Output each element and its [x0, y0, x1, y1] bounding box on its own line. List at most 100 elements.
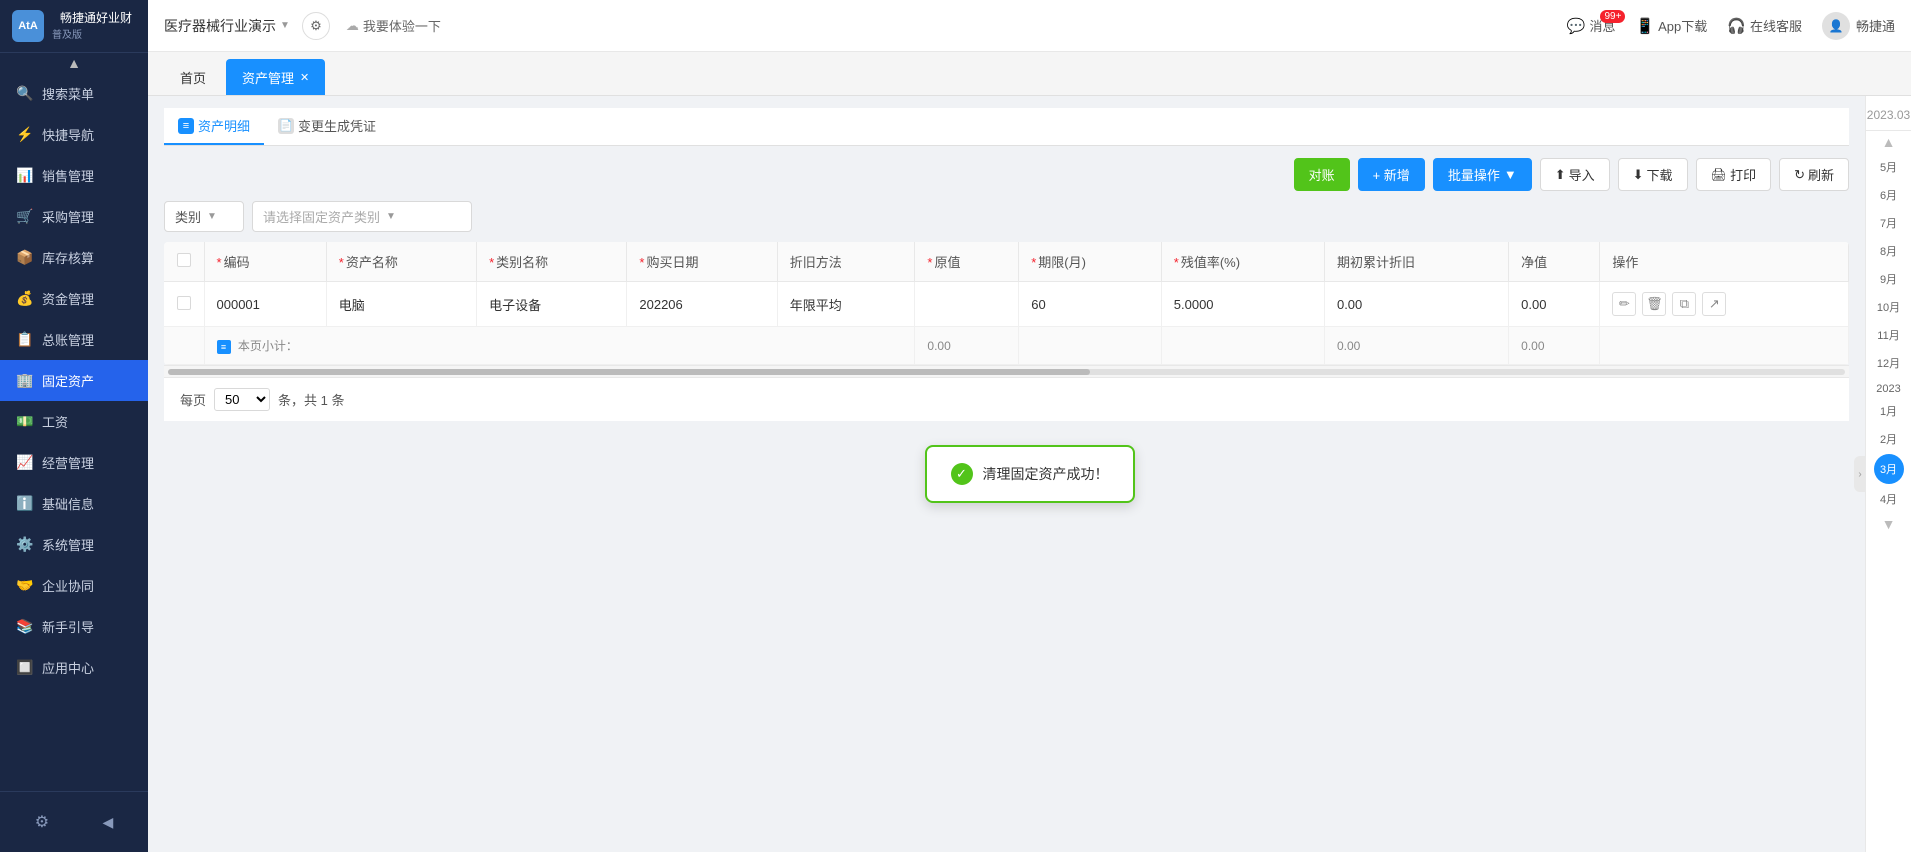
td-checkbox [164, 282, 204, 327]
tab-asset-management-label: 资产管理 [242, 68, 294, 87]
sidebar-item-quick-nav[interactable]: ⚡ 快捷导航 [0, 114, 148, 155]
th-period: *期限(月) [1019, 242, 1162, 282]
success-toast: ✓ 清理固定资产成功！ [925, 445, 1135, 503]
subtotal-label: 本页小计： [238, 339, 298, 353]
sidebar-item-purchase[interactable]: 🛒 采购管理 [0, 196, 148, 237]
topbar-settings-btn[interactable]: ⚙ [302, 12, 330, 40]
month-item-5[interactable]: 5月 [1870, 154, 1908, 180]
customer-service-icon: 🎧 [1727, 17, 1746, 35]
sidebar-item-label: 销售管理 [42, 166, 94, 185]
horizontal-scrollbar[interactable] [164, 365, 1849, 377]
user-profile[interactable]: 👤 畅捷通 [1822, 12, 1895, 40]
scroll-thumb[interactable] [168, 369, 1090, 375]
sidebar-item-operations[interactable]: 📈 经营管理 [0, 442, 148, 483]
year-2023-label: 2023 [1876, 383, 1900, 395]
sidebar-item-sales[interactable]: 📊 销售管理 [0, 155, 148, 196]
cooperation-icon: 🤝 [16, 577, 34, 595]
month-item-8[interactable]: 8月 [1870, 238, 1908, 264]
td-depreciation-method: 年限平均 [777, 282, 915, 327]
month-item-9[interactable]: 9月 [1870, 266, 1908, 292]
reconcile-button[interactable]: 对账 [1294, 158, 1350, 191]
fixed-assets-icon: 🏢 [16, 372, 34, 390]
batch-button[interactable]: 批量操作 ▼ [1433, 158, 1532, 191]
per-page-label: 每页 [180, 390, 206, 409]
message-action[interactable]: 💬 消息 99+ [1567, 16, 1616, 35]
category-input-placeholder: 请选择固定资产类别 [263, 207, 380, 226]
sidebar-item-label: 快捷导航 [42, 125, 94, 144]
import-label: 导入 [1569, 165, 1595, 184]
sidebar-settings-btn[interactable]: ⚙ [19, 804, 65, 840]
header-checkbox[interactable] [177, 253, 191, 267]
import-button[interactable]: ⬆ 导入 [1540, 158, 1610, 191]
scroll-up-icon[interactable]: ▲ [64, 52, 84, 74]
month-item-7[interactable]: 7月 [1870, 210, 1908, 236]
category-input[interactable]: 请选择固定资产类别 ▼ [252, 201, 472, 232]
sidebar-item-cooperation[interactable]: 🤝 企业协同 [0, 565, 148, 606]
app-download-action[interactable]: 📱 App下载 [1635, 16, 1707, 35]
sidebar-item-app-center[interactable]: 🔲 应用中心 [0, 647, 148, 688]
per-page-select[interactable]: 50 10 20 100 [214, 388, 270, 411]
total-label: 条，共 1 条 [278, 390, 344, 409]
download-button[interactable]: ⬇ 下载 [1618, 158, 1688, 191]
category-input-arrow-icon: ▼ [386, 211, 396, 222]
th-net-value: 净值 [1509, 242, 1600, 282]
new-button[interactable]: + 新增 [1358, 158, 1425, 191]
sidebar-scroll-up[interactable]: ▲ [0, 53, 148, 73]
copy-btn[interactable]: ⧉ [1672, 292, 1696, 316]
customer-service-action[interactable]: 🎧 在线客服 [1727, 16, 1802, 35]
sidebar-item-system[interactable]: ⚙️ 系统管理 [0, 524, 148, 565]
td-purchase-date: 202206 [627, 282, 777, 327]
month-item-6[interactable]: 6月 [1870, 182, 1908, 208]
scroll-track[interactable] [168, 369, 1845, 375]
settings-icon: ⚙ [310, 18, 322, 34]
sidebar-collapse-btn[interactable]: ◀ [87, 804, 130, 840]
sub-tab-change-voucher[interactable]: 📄 变更生成凭证 [264, 108, 390, 145]
more-btn[interactable]: ↗ [1702, 292, 1726, 316]
right-panel-collapse-btn[interactable]: › [1854, 456, 1866, 492]
month-item-4[interactable]: 4月 [1870, 486, 1908, 512]
panel-scroll-down-btn[interactable]: ▼ [1879, 513, 1899, 535]
subtotal-empty-1 [164, 327, 204, 365]
search-icon: 🔍 [16, 85, 34, 103]
print-button[interactable]: 🖨 打印 [1696, 158, 1772, 191]
sidebar-item-ledger[interactable]: 📋 总账管理 [0, 319, 148, 360]
row-checkbox[interactable] [177, 296, 191, 310]
subtotal-label-cell: ≡ 本页小计： [204, 327, 915, 365]
month-item-3-current[interactable]: 3月 [1874, 454, 1904, 484]
guide-icon: 📚 [16, 618, 34, 636]
sidebar-item-basic-info[interactable]: ℹ️ 基础信息 [0, 483, 148, 524]
purchase-icon: 🛒 [16, 208, 34, 226]
edit-btn[interactable]: ✏ [1612, 292, 1636, 316]
app-download-label: App下载 [1658, 16, 1707, 35]
tab-close-icon[interactable]: ✕ [300, 71, 309, 84]
month-item-1[interactable]: 1月 [1870, 398, 1908, 424]
sidebar-item-inventory[interactable]: 📦 库存核算 [0, 237, 148, 278]
try-experience-btn[interactable]: ☁ 我要体验一下 [346, 16, 441, 35]
tab-home[interactable]: 首页 [164, 59, 222, 95]
td-name: 电脑 [326, 282, 476, 327]
sidebar-item-fixed-assets[interactable]: 🏢 固定资产 [0, 360, 148, 401]
category-select[interactable]: 类别 ▼ [164, 201, 244, 232]
sidebar-item-search[interactable]: 🔍 搜索菜单 [0, 73, 148, 114]
month-item-2[interactable]: 2月 [1870, 426, 1908, 452]
right-panel: › 2023.03 ▲ 5月 6月 7月 8月 9月 10月 11月 12月 2… [1865, 96, 1911, 852]
panel-scroll-up-btn[interactable]: ▲ [1879, 131, 1899, 153]
sidebar-item-finance[interactable]: 💰 资金管理 [0, 278, 148, 319]
sidebar-item-payroll[interactable]: 💵 工资 [0, 401, 148, 442]
refresh-button[interactable]: ↻ 刷新 [1779, 158, 1849, 191]
sidebar-item-guide[interactable]: 📚 新手引导 [0, 606, 148, 647]
print-icon: 🖨 [1711, 167, 1728, 183]
month-item-10[interactable]: 10月 [1870, 294, 1908, 320]
month-item-12[interactable]: 12月 [1870, 350, 1908, 376]
delete-btn[interactable]: 🗑 [1642, 292, 1666, 316]
finance-icon: 💰 [16, 290, 34, 308]
filter-row: 类别 ▼ 请选择固定资产类别 ▼ [164, 201, 1849, 232]
company-dropdown[interactable]: 医疗器械行业演示 ▼ [164, 16, 290, 36]
tab-asset-management[interactable]: 资产管理 ✕ [226, 59, 325, 95]
month-item-11[interactable]: 11月 [1870, 322, 1908, 348]
ledger-icon: 📋 [16, 331, 34, 349]
asset-detail-tab-icon: ≡ [178, 118, 194, 134]
sub-tab-asset-detail[interactable]: ≡ 资产明细 [164, 108, 264, 145]
sidebar-item-label: 基础信息 [42, 494, 94, 513]
category-label: 类别 [175, 207, 201, 226]
